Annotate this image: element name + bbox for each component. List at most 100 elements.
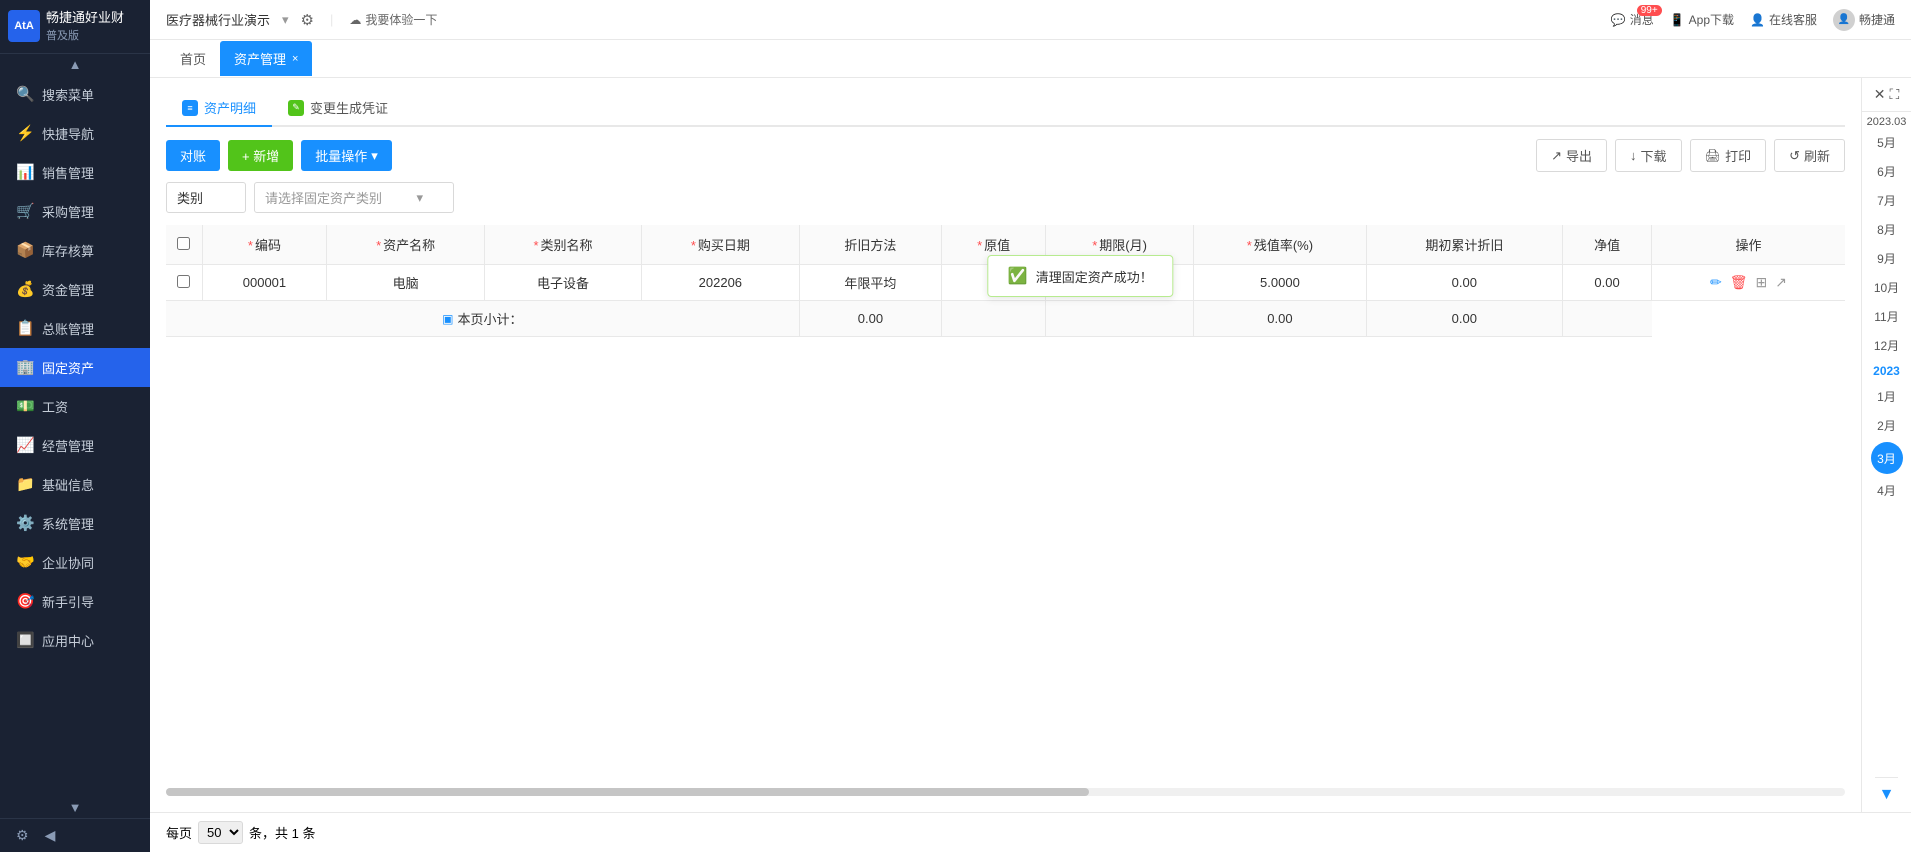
sidebar-item-guide[interactable]: 🎯 新手引导 xyxy=(0,582,150,621)
refresh-label: 刷新 xyxy=(1804,146,1830,165)
sub-tab-asset-detail-label: 资产明细 xyxy=(204,98,256,117)
month-item-4[interactable]: 4月 xyxy=(1862,476,1911,505)
sidebar-scroll-up[interactable]: ▲ xyxy=(0,54,150,75)
cell-purchase-date: 202206 xyxy=(642,265,799,301)
export-button[interactable]: ↗ 导出 xyxy=(1536,139,1607,172)
batch-ops-button[interactable]: 批量操作 ▾ xyxy=(301,140,392,171)
topbar-settings-icon[interactable]: ⚙ xyxy=(301,11,314,29)
sidebar-item-operations[interactable]: 📈 经营管理 xyxy=(0,426,150,465)
sidebar-item-cooperation[interactable]: 🤝 企业协同 xyxy=(0,543,150,582)
month-item-6[interactable]: 6月 xyxy=(1862,157,1911,186)
sidebar-item-payroll[interactable]: 💵 工资 xyxy=(0,387,150,426)
sidebar-item-label: 工资 xyxy=(42,397,68,416)
download-button[interactable]: ↓ 下载 xyxy=(1615,139,1682,172)
month-item-2[interactable]: 2月 xyxy=(1862,411,1911,440)
sidebar-item-fixed-assets[interactable]: 🏢 固定资产 xyxy=(0,348,150,387)
online-service-icon: 👤 xyxy=(1750,13,1765,27)
more-icon[interactable]: ↗ xyxy=(1775,274,1787,291)
right-panel-close-icon[interactable]: ✕ xyxy=(1874,86,1886,103)
main-area: 医疗器械行业演示 ▾ ⚙ | ☁ 我要体验一下 💬 消息 99+ 📱 App下载… xyxy=(150,0,1911,852)
user-info[interactable]: 👤 畅捷通 xyxy=(1833,9,1895,31)
month-item-11[interactable]: 11月 xyxy=(1862,302,1911,331)
online-service-btn[interactable]: 👤 在线客服 xyxy=(1750,11,1817,28)
sidebar-item-ledger[interactable]: 📋 总账管理 xyxy=(0,309,150,348)
cell-residual-rate: 5.0000 xyxy=(1194,265,1366,301)
experience-btn[interactable]: ☁ 我要体验一下 xyxy=(349,11,437,28)
print-button[interactable]: 🖨 打印 xyxy=(1690,139,1767,172)
quick-nav-icon: ⚡ xyxy=(16,124,34,142)
settings-icon[interactable]: ⚙ xyxy=(16,827,29,844)
tab-asset-management[interactable]: 资产管理 × xyxy=(220,41,312,76)
year-2023-label: 2023 xyxy=(1862,360,1911,382)
refresh-button[interactable]: ↺ 刷新 xyxy=(1774,139,1845,172)
experience-icon: ☁ xyxy=(349,13,361,27)
message-btn[interactable]: 💬 消息 99+ xyxy=(1611,11,1654,28)
select-all-checkbox[interactable] xyxy=(177,237,190,250)
row-select-checkbox[interactable] xyxy=(177,275,190,288)
sidebar-item-purchase[interactable]: 🛒 采购管理 xyxy=(0,192,150,231)
sidebar-item-label: 基础信息 xyxy=(42,475,94,494)
sales-icon: 📊 xyxy=(16,163,34,181)
right-panel-bottom-icon[interactable]: ▼ xyxy=(1879,786,1895,804)
payroll-icon: 💵 xyxy=(16,397,34,415)
subtotal-label-text: 本页小计： xyxy=(457,309,522,328)
collapse-icon[interactable]: ◀ xyxy=(45,827,56,844)
month-item-1[interactable]: 1月 xyxy=(1862,382,1911,411)
cell-depreciation-method: 年限平均 xyxy=(799,265,942,301)
user-name: 畅捷通 xyxy=(1859,11,1895,28)
toast-message: 清理固定资产成功！ xyxy=(1036,267,1153,286)
right-panel-bottom: ▼ xyxy=(1875,777,1899,812)
subtotal-net: 0.00 xyxy=(1366,301,1563,337)
batch-ops-label: 批量操作 xyxy=(315,146,367,165)
operations-icon: 📈 xyxy=(16,436,34,454)
toolbar-right: ↗ 导出 ↓ 下载 🖨 打印 ↺ 刷新 xyxy=(1536,139,1845,172)
reconcile-button[interactable]: 对账 xyxy=(166,140,220,171)
category-filter-label: 类别 xyxy=(166,182,246,213)
table-scrollbar-thumb[interactable] xyxy=(166,788,1089,796)
sidebar-bottom: ⚙ ◀ xyxy=(0,818,150,852)
tab-home[interactable]: 首页 xyxy=(166,41,220,76)
right-panel-months: 5月 6月 7月 8月 9月 10月 11月 12月 2023 1月 2月 3月… xyxy=(1862,128,1911,777)
month-item-5[interactable]: 5月 xyxy=(1862,128,1911,157)
sidebar-item-sales[interactable]: 📊 销售管理 xyxy=(0,153,150,192)
system-icon: ⚙️ xyxy=(16,514,34,532)
sidebar-item-label: 总账管理 xyxy=(42,319,94,338)
company-dropdown-icon[interactable]: ▾ xyxy=(282,12,289,28)
right-panel-expand-icon[interactable]: ⛶ xyxy=(1889,86,1899,103)
month-item-12[interactable]: 12月 xyxy=(1862,331,1911,360)
month-item-9[interactable]: 9月 xyxy=(1862,244,1911,273)
month-item-10[interactable]: 10月 xyxy=(1862,273,1911,302)
app-download-btn[interactable]: 📱 App下载 xyxy=(1670,11,1734,28)
topbar-divider: | xyxy=(330,12,333,27)
topbar-right: 💬 消息 99+ 📱 App下载 👤 在线客服 👤 畅捷通 xyxy=(1611,9,1895,31)
sidebar-item-inventory[interactable]: 📦 库存核算 xyxy=(0,231,150,270)
sub-tab-asset-detail[interactable]: ≡ 资产明细 xyxy=(166,90,272,127)
month-item-7[interactable]: 7月 xyxy=(1862,186,1911,215)
sidebar-item-basic-info[interactable]: 📁 基础信息 xyxy=(0,465,150,504)
month-item-3-active[interactable]: 3月 xyxy=(1871,442,1903,474)
new-button[interactable]: + 新增 xyxy=(228,140,293,171)
edit-icon[interactable]: ✏ xyxy=(1710,274,1722,291)
month-item-8[interactable]: 8月 xyxy=(1862,215,1911,244)
cooperation-icon: 🤝 xyxy=(16,553,34,571)
sidebar-scroll-down[interactable]: ▼ xyxy=(0,797,150,818)
delete-icon[interactable]: 🗑 xyxy=(1730,274,1748,291)
right-panel-header: ✕ ⛶ xyxy=(1862,78,1911,112)
sidebar-item-capital[interactable]: 💰 资金管理 xyxy=(0,270,150,309)
tab-close-icon[interactable]: × xyxy=(292,53,298,65)
sidebar-item-search[interactable]: 🔍 搜索菜单 xyxy=(0,75,150,114)
category-dropdown[interactable]: 请选择固定资产类别 ▾ xyxy=(254,182,454,213)
sidebar-item-system[interactable]: ⚙️ 系统管理 xyxy=(0,504,150,543)
per-page-select[interactable]: 50 xyxy=(198,821,243,844)
sidebar-item-label: 新手引导 xyxy=(42,592,94,611)
table-scrollbar[interactable] xyxy=(166,788,1845,796)
search-icon: 🔍 xyxy=(16,85,34,103)
subtotal-label-cell: ▣ 本页小计： xyxy=(166,301,799,337)
sidebar-item-app-center[interactable]: 🔲 应用中心 xyxy=(0,621,150,660)
sub-tab-change-voucher[interactable]: ✎ 变更生成凭证 xyxy=(272,90,404,127)
fixed-assets-icon: 🏢 xyxy=(16,358,34,376)
asset-detail-tab-icon: ≡ xyxy=(182,100,198,116)
sidebar-item-quick-nav[interactable]: ⚡ 快捷导航 xyxy=(0,114,150,153)
sidebar-item-label: 应用中心 xyxy=(42,631,94,650)
copy-icon[interactable]: ⊞ xyxy=(1756,274,1768,291)
